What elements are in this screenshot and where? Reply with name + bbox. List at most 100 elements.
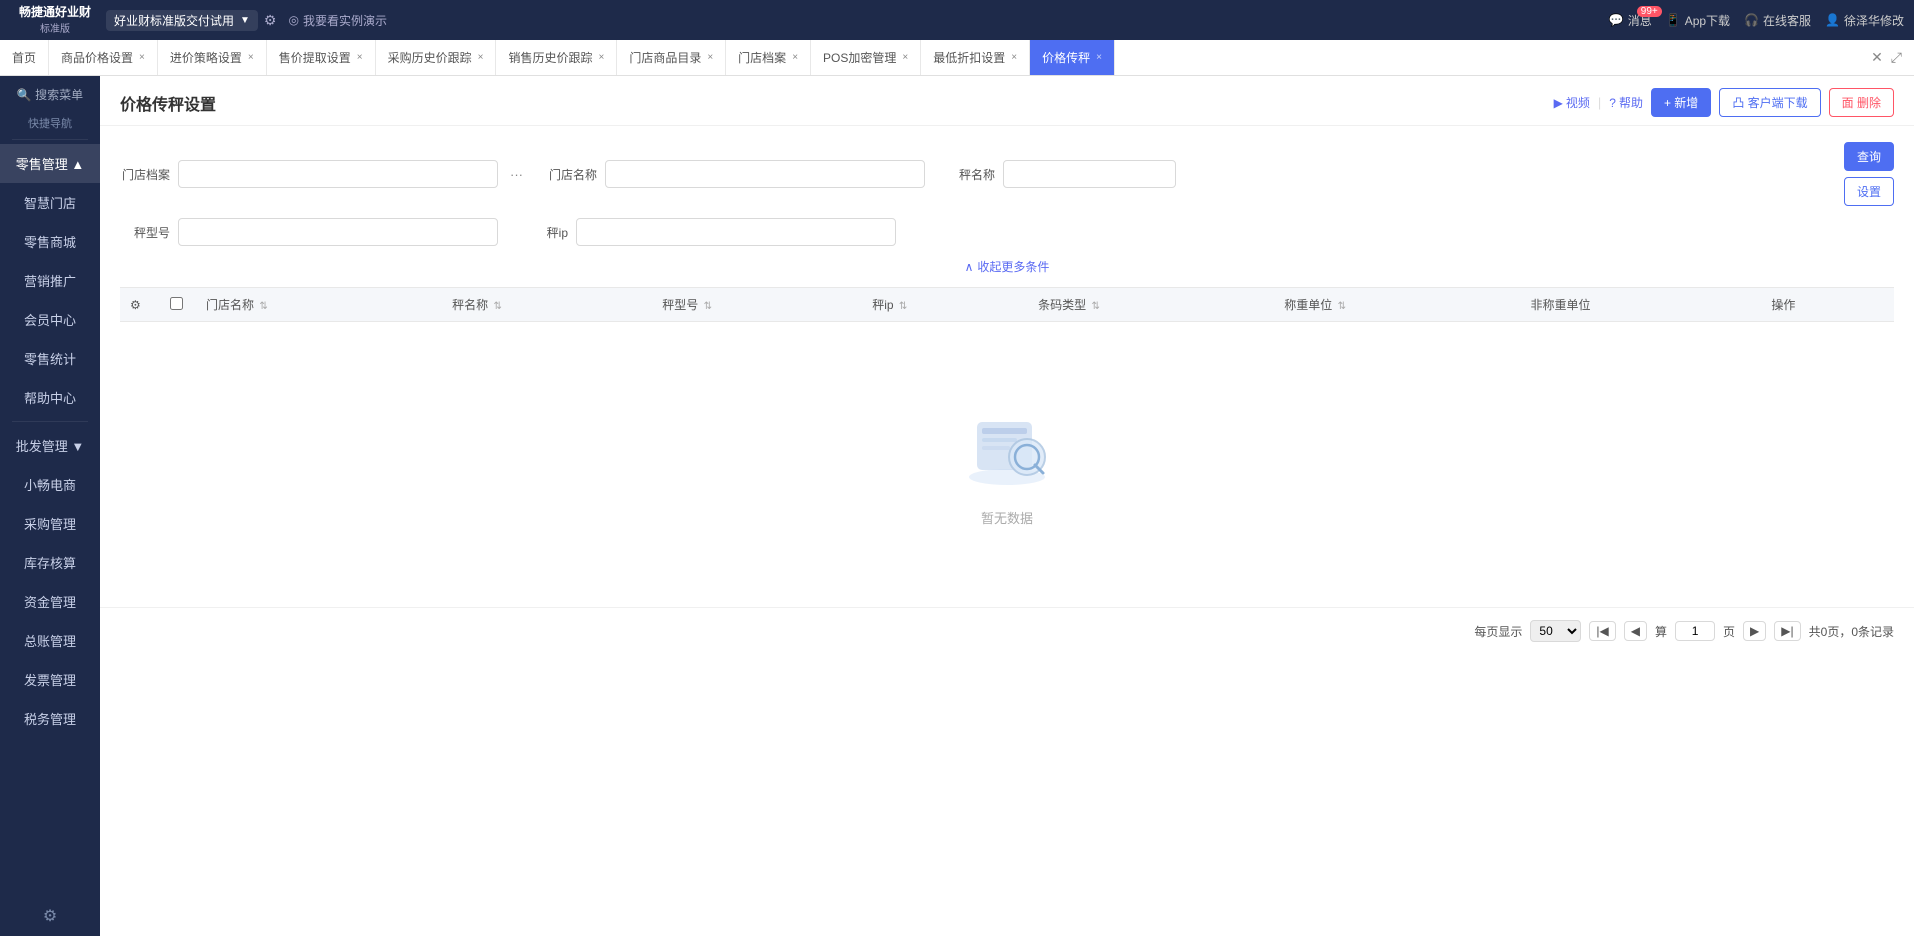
tab-close-all-icon[interactable]: ✕	[1867, 49, 1887, 66]
col-scale-model[interactable]: 秤型号 ⇅	[652, 288, 862, 322]
tab-goods-price-close-icon[interactable]: ×	[139, 52, 145, 63]
scale-ip-input[interactable]	[576, 218, 896, 246]
page-first-button[interactable]: |◀	[1589, 621, 1615, 641]
store-file-input[interactable]	[178, 160, 498, 188]
online-service-tool[interactable]: 🎧 在线客服	[1744, 12, 1811, 29]
sidebar-item-label: 资金管理	[24, 592, 76, 611]
page-prev-button[interactable]: ◀	[1624, 621, 1647, 641]
empty-text: 暂无数据	[981, 508, 1033, 527]
tab-sales-history-label: 销售历史价跟踪	[508, 49, 592, 66]
query-button[interactable]: 查询	[1844, 142, 1894, 171]
page-header: 价格传秤设置 ▶ 视频 | ? 帮助 + 新增 凸 客户端下载 面	[100, 76, 1914, 126]
tab-price-scale-close-icon[interactable]: ×	[1096, 52, 1102, 63]
select-all-checkbox[interactable]	[170, 297, 183, 310]
sidebar-item-invoice[interactable]: 发票管理	[0, 660, 100, 699]
tab-purchase-history[interactable]: 采购历史价跟踪 ×	[376, 40, 497, 76]
sidebar-item-ecommerce[interactable]: 小畅电商	[0, 465, 100, 504]
tab-sales-history[interactable]: 销售历史价跟踪 ×	[496, 40, 617, 76]
sidebar-item-inventory[interactable]: 库存核算	[0, 543, 100, 582]
sidebar-item-purchase[interactable]: 采购管理	[0, 504, 100, 543]
tab-goods-price[interactable]: 商品价格设置 ×	[49, 40, 158, 76]
sidebar-item-finance[interactable]: 资金管理	[0, 582, 100, 621]
tab-purchase-strategy-label: 进价策略设置	[170, 49, 242, 66]
data-table: ⚙ 门店名称 ⇅ 秤名称 ⇅ 秤型号	[120, 287, 1894, 322]
sidebar-item-smart-store[interactable]: 智慧门店	[0, 183, 100, 222]
page-number-input[interactable]	[1675, 621, 1715, 641]
store-name-input[interactable]	[605, 160, 925, 188]
demo-link-label: 我要看实例演示	[303, 12, 387, 29]
sidebar-item-label: 小畅电商	[24, 475, 76, 494]
tab-sale-price[interactable]: 售价提取设置 ×	[267, 40, 376, 76]
sidebar-item-label: 零售统计	[24, 349, 76, 368]
col-operation-label: 操作	[1771, 298, 1795, 312]
per-page-select[interactable]: 50 10 20 100	[1530, 620, 1581, 642]
col-checkbox[interactable]	[160, 288, 196, 322]
sidebar-search-label: 搜索菜单	[35, 88, 83, 102]
col-settings[interactable]: ⚙	[120, 288, 160, 322]
help-link[interactable]: ? 帮助	[1609, 94, 1643, 111]
col-scale-name[interactable]: 秤名称 ⇅	[442, 288, 652, 322]
tab-min-discount[interactable]: 最低折扣设置 ×	[921, 40, 1030, 76]
tab-home[interactable]: 首页	[0, 40, 49, 76]
demo-link[interactable]: ◎ 我要看实例演示	[288, 12, 387, 29]
sidebar-item-label: 总账管理	[24, 631, 76, 650]
tab-pos-encrypt[interactable]: POS加密管理 ×	[811, 40, 921, 76]
tab-purchase-strategy-close-icon[interactable]: ×	[248, 52, 254, 63]
sidebar-item-tax[interactable]: 税务管理	[0, 699, 100, 738]
logo-sub: 标准版	[40, 20, 70, 35]
tab-store-catalog[interactable]: 门店商品目录 ×	[617, 40, 726, 76]
sidebar-item-label: 会员中心	[24, 310, 76, 329]
delete-button[interactable]: 面 删除	[1829, 88, 1894, 117]
col-store-name[interactable]: 门店名称 ⇅	[196, 288, 442, 322]
tab-store-catalog-close-icon[interactable]: ×	[707, 52, 713, 63]
sidebar-item-label: 营销推广	[24, 271, 76, 290]
collapse-button[interactable]: ∧ 收起更多条件	[947, 258, 1067, 275]
user-menu[interactable]: 👤 徐泽华修改	[1825, 12, 1904, 29]
tab-store-archive[interactable]: 门店档案 ×	[726, 40, 811, 76]
download-button-label: 凸 客户端下载	[1732, 94, 1807, 111]
tab-store-archive-close-icon[interactable]: ×	[792, 52, 798, 63]
sidebar-item-label: 零售商城	[24, 232, 76, 251]
sidebar-item-member-center[interactable]: 会员中心	[0, 300, 100, 339]
col-scale-ip[interactable]: 秤ip ⇅	[862, 288, 1028, 322]
tab-price-scale[interactable]: 价格传秤 ×	[1030, 40, 1115, 76]
right-tools: 💬 消息 99+ 📱 App下载 🎧 在线客服 👤 徐泽华修改	[1609, 12, 1904, 29]
filter-settings-button[interactable]: 设置	[1844, 177, 1894, 206]
col-weight-unit[interactable]: 称重单位 ⇅	[1274, 288, 1520, 322]
sidebar-item-ledger[interactable]: 总账管理	[0, 621, 100, 660]
tab-purchase-strategy[interactable]: 进价策略设置 ×	[158, 40, 267, 76]
app-download-tool[interactable]: 📱 App下载	[1666, 12, 1730, 29]
sidebar-item-retail-management[interactable]: 零售管理 ▲	[0, 144, 100, 183]
scale-model-field: 秤型号	[120, 218, 498, 246]
content-area: 价格传秤设置 ▶ 视频 | ? 帮助 + 新增 凸 客户端下载 面	[100, 76, 1914, 936]
download-button[interactable]: 凸 客户端下载	[1719, 88, 1820, 117]
add-button[interactable]: + 新增	[1651, 88, 1711, 117]
tab-min-discount-close-icon[interactable]: ×	[1011, 52, 1017, 63]
tab-pos-encrypt-close-icon[interactable]: ×	[902, 52, 908, 63]
tab-sale-price-close-icon[interactable]: ×	[357, 52, 363, 63]
col-barcode-type[interactable]: 条码类型 ⇅	[1028, 288, 1274, 322]
page-next-button[interactable]: ▶	[1743, 621, 1766, 641]
tab-store-catalog-label: 门店商品目录	[629, 49, 701, 66]
video-link[interactable]: ▶ 视频	[1554, 94, 1590, 111]
sidebar-item-retail-mall[interactable]: 零售商城	[0, 222, 100, 261]
version-settings-icon[interactable]: ⚙	[264, 12, 277, 29]
sidebar-item-marketing[interactable]: 营销推广	[0, 261, 100, 300]
version-selector[interactable]: 好业财标准版交付试用 ▼	[106, 10, 258, 31]
store-file-label: 门店档案	[120, 166, 170, 183]
messages-tool[interactable]: 💬 消息 99+	[1609, 12, 1652, 29]
sidebar-search[interactable]: 🔍 搜索菜单	[0, 76, 100, 109]
page-last-button[interactable]: ▶|	[1774, 621, 1800, 641]
empty-icon	[957, 402, 1057, 492]
sidebar-item-retail-stats[interactable]: 零售统计	[0, 339, 100, 378]
tab-purchase-history-close-icon[interactable]: ×	[478, 52, 484, 63]
pagination-summary: 共0页，0条记录	[1809, 623, 1894, 640]
sidebar-settings-icon[interactable]: ⚙	[43, 906, 57, 926]
tab-restore-icon[interactable]: ⤢	[1887, 49, 1906, 66]
store-file-dots[interactable]: ···	[506, 167, 527, 182]
tab-sales-history-close-icon[interactable]: ×	[598, 52, 604, 63]
scale-model-input[interactable]	[178, 218, 498, 246]
sidebar-item-wholesale[interactable]: 批发管理 ▼	[0, 426, 100, 465]
sidebar-item-help-center[interactable]: 帮助中心	[0, 378, 100, 417]
scale-name-input[interactable]	[1003, 160, 1176, 188]
